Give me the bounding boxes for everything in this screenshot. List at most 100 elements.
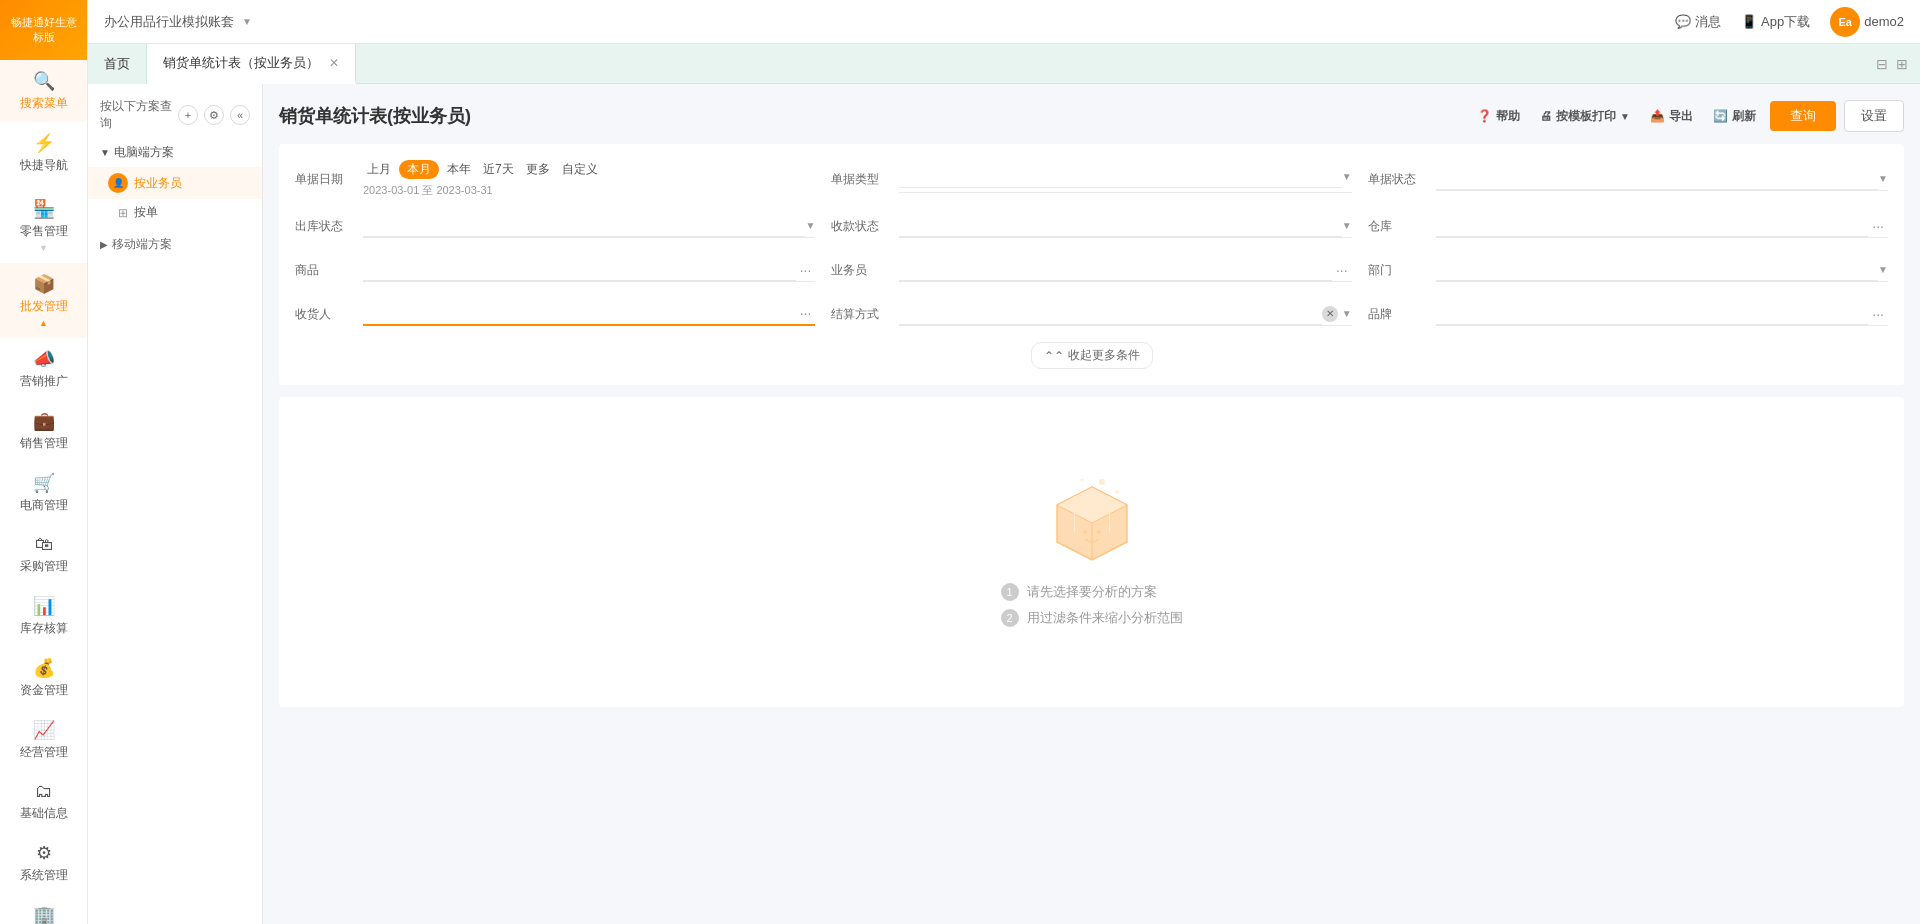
home-tab-label: 首页 <box>104 55 130 73</box>
pc-section: ▼ 电脑端方案 👤 按业务员 ⊞ 按单 <box>88 138 262 226</box>
settlement-clear-icon[interactable]: ✕ <box>1322 306 1338 322</box>
outstatus-input[interactable] <box>363 214 805 237</box>
panel-settings-icon[interactable]: ⚙ <box>204 105 224 125</box>
receiptstatus-label: 收款状态 <box>831 218 891 235</box>
user-menu[interactable]: Ea demo2 <box>1830 7 1904 37</box>
sidebar-item-ecommerce[interactable]: 🛒 电商管理 <box>0 462 87 524</box>
brand-input[interactable] <box>1436 302 1869 325</box>
page-actions: ❓ 帮助 🖨 按模板打印 ▼ 📤 导出 🔄 刷新 <box>1471 100 1904 132</box>
svg-point-6 <box>1115 490 1119 494</box>
receiptstatus-input[interactable] <box>899 214 1341 237</box>
quicknav-icon: ⚡ <box>33 132 55 154</box>
breadcrumb-dropdown-icon[interactable]: ▼ <box>242 16 252 27</box>
sidebar-item-finance[interactable]: 💰 资金管理 <box>0 647 87 709</box>
sidebar-item-marketing[interactable]: 📣 营销推广 <box>0 338 87 400</box>
date-tab-custom[interactable]: 自定义 <box>558 160 602 179</box>
sidebar-item-quicknav[interactable]: ⚡ 快捷导航 <box>0 122 87 184</box>
outstatus-dropdown-icon[interactable]: ▼ <box>805 220 815 231</box>
template-print-btn[interactable]: 🖨 按模板打印 ▼ <box>1534 105 1636 128</box>
department-input[interactable] <box>1436 258 1878 281</box>
panel-action-icons: + ⚙ « <box>178 105 250 125</box>
sidebar-item-sales[interactable]: 💼 销售管理 <box>0 400 87 462</box>
ecommerce-icon: 🛒 <box>33 472 55 494</box>
scheme-by-salesperson[interactable]: 👤 按业务员 <box>88 167 262 199</box>
filter-receiptstatus-cell: 收款状态 ▼ <box>831 210 1351 242</box>
settlement-dropdown-icon[interactable]: ▼ <box>1342 308 1352 319</box>
empty-tip-1: 1 请先选择要分析的方案 <box>1001 583 1183 601</box>
messages-btn[interactable]: 💬 消息 <box>1675 13 1721 31</box>
help-btn[interactable]: ❓ 帮助 <box>1471 105 1526 128</box>
mobile-section-title[interactable]: ▶ 移动端方案 <box>88 230 262 259</box>
sidebar: 畅捷通好生意 标版 🔍 搜索菜单 ⚡ 快捷导航 🏪 零售管理 ▼ 📦 批发管理 … <box>0 0 88 924</box>
sidebar-item-search[interactable]: 🔍 搜索菜单 <box>0 60 87 122</box>
window-maximize-icon[interactable]: ⊞ <box>1896 56 1908 72</box>
doctype-dropdown-icon[interactable]: ▼ <box>1342 171 1352 182</box>
consignee-input[interactable] <box>363 302 796 324</box>
app-download-btn[interactable]: 📱 App下载 <box>1741 13 1810 31</box>
receiptstatus-dropdown-icon[interactable]: ▼ <box>1342 220 1352 231</box>
breadcrumb-label: 办公用品行业模拟账套 <box>104 13 234 31</box>
sidebar-item-wholesale[interactable]: 📦 批发管理 ▲ <box>0 263 87 338</box>
goods-input[interactable] <box>363 258 796 281</box>
panel-collapse-icon[interactable]: « <box>230 105 250 125</box>
export-btn[interactable]: 📤 导出 <box>1644 105 1699 128</box>
logo-area: 畅捷通好生意 标版 <box>0 0 87 60</box>
goods-dots-icon[interactable]: ··· <box>796 262 816 278</box>
sidebar-item-basic[interactable]: 🗂 基础信息 <box>0 771 87 832</box>
sidebar-item-inventory[interactable]: 📊 库存核算 <box>0 585 87 647</box>
salesperson-input[interactable] <box>899 258 1332 281</box>
tab-close-icon[interactable]: ✕ <box>329 56 339 70</box>
svg-point-9 <box>1097 530 1101 534</box>
filter-department-cell: 部门 ▼ <box>1368 254 1888 286</box>
top-header: 办公用品行业模拟账套 ▼ 💬 消息 📱 App下载 Ea demo2 <box>88 0 1920 44</box>
date-tab-this-year[interactable]: 本年 <box>443 160 475 179</box>
retail-expand: ▼ <box>39 243 48 253</box>
warehouse-dots-icon[interactable]: ··· <box>1868 218 1888 234</box>
goods-label: 商品 <box>295 262 355 279</box>
brand-dots-icon[interactable]: ··· <box>1868 306 1888 322</box>
settlement-input[interactable] <box>899 302 1321 325</box>
sidebar-item-system[interactable]: ⚙ 系统管理 <box>0 832 87 894</box>
date-range-text: 2023-03-01 至 2023-03-31 <box>363 183 815 198</box>
logo-text: 畅捷通好生意 标版 <box>11 15 77 46</box>
doctype-input[interactable] <box>899 165 1341 188</box>
date-tab-last-month[interactable]: 上月 <box>363 160 395 179</box>
window-minimize-icon[interactable]: ⊟ <box>1876 56 1888 72</box>
sidebar-item-operations[interactable]: 📈 经营管理 <box>0 709 87 771</box>
collapse-btn[interactable]: ⌃⌃ 收起更多条件 <box>1031 342 1153 369</box>
settlement-label: 结算方式 <box>831 306 891 323</box>
sidebar-item-enterprise[interactable]: 🏢 企业协同 <box>0 894 87 924</box>
sidebar-item-purchase[interactable]: 🛍 采购管理 <box>0 524 87 585</box>
warehouse-input[interactable] <box>1436 214 1869 237</box>
panel-add-icon[interactable]: + <box>178 105 198 125</box>
brand-label: 品牌 <box>1368 306 1428 323</box>
tab-home[interactable]: 首页 <box>88 44 147 84</box>
sidebar-item-retail[interactable]: 🏪 零售管理 ▼ <box>0 188 87 263</box>
date-tab-more[interactable]: 更多 <box>522 160 554 179</box>
refresh-btn[interactable]: 🔄 刷新 <box>1707 105 1762 128</box>
date-tab-this-month[interactable]: 本月 <box>399 160 439 179</box>
docstatus-input[interactable] <box>1436 167 1878 190</box>
docstatus-dropdown-icon[interactable]: ▼ <box>1878 173 1888 184</box>
outstatus-label: 出库状态 <box>295 218 355 235</box>
filter-row-2: 出库状态 ▼ 收款状态 ▼ 仓库 <box>295 210 1888 242</box>
avatar: Ea <box>1830 7 1860 37</box>
top-breadcrumb: 办公用品行业模拟账套 ▼ <box>104 13 252 31</box>
pc-section-title[interactable]: ▼ 电脑端方案 <box>88 138 262 167</box>
tab-report[interactable]: 销货单统计表（按业务员） ✕ <box>147 44 356 84</box>
filter-doctype-cell: 单据类型 ▼ <box>831 160 1351 198</box>
enterprise-icon: 🏢 <box>33 904 55 924</box>
consignee-dots-icon[interactable]: ··· <box>796 305 816 321</box>
empty-illustration <box>1047 477 1137 567</box>
sub-scheme-label: 按单 <box>134 204 158 221</box>
salesperson-dots-icon[interactable]: ··· <box>1332 262 1352 278</box>
marketing-icon: 📣 <box>33 348 55 370</box>
date-tab-7days[interactable]: 近7天 <box>479 160 518 179</box>
query-btn[interactable]: 查询 <box>1770 101 1836 131</box>
department-dropdown-icon[interactable]: ▼ <box>1878 264 1888 275</box>
wholesale-expand: ▲ <box>39 318 48 328</box>
mobile-section-label: 移动端方案 <box>112 236 172 253</box>
warehouse-label: 仓库 <box>1368 218 1428 235</box>
sub-scheme-by-order[interactable]: ⊞ 按单 <box>88 199 262 226</box>
settings-page-btn[interactable]: 设置 <box>1844 100 1904 132</box>
